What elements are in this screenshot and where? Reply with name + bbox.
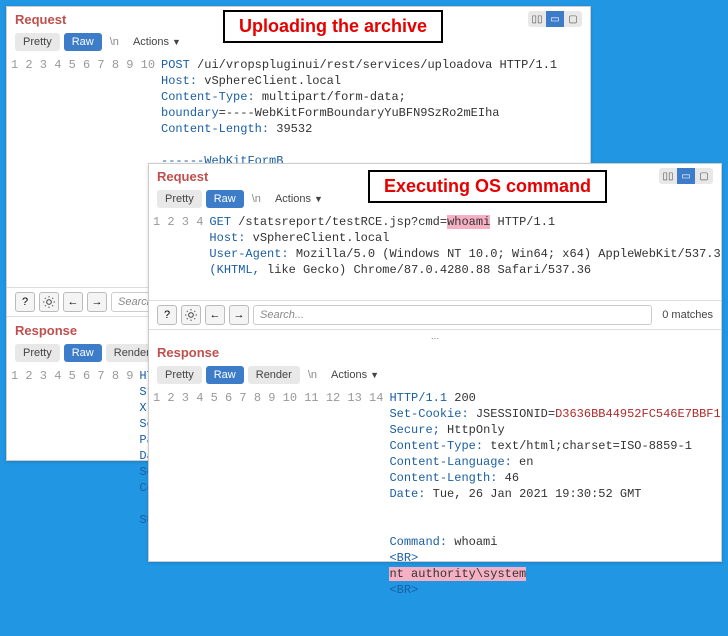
chevron-down-icon: ▼ bbox=[314, 194, 323, 204]
help-icon[interactable]: ? bbox=[15, 292, 35, 312]
tab-raw[interactable]: Raw bbox=[206, 190, 244, 208]
annotation-exec: Executing OS command bbox=[368, 170, 607, 203]
response-title: Response bbox=[15, 323, 77, 338]
chevron-down-icon: ▼ bbox=[172, 37, 181, 47]
collapsed-indicator: ... bbox=[149, 330, 721, 343]
actions-label: Actions bbox=[133, 36, 169, 48]
prev-arrow-icon[interactable]: ← bbox=[63, 292, 83, 312]
response-tabs: Pretty Raw Render \n Actions ▼ bbox=[149, 362, 721, 388]
gear-svg bbox=[42, 295, 56, 309]
burp-editor-exec: Request ▯▯ ▭ ▢ Pretty Raw \n Actions ▼ 1… bbox=[148, 163, 722, 562]
match-count: 0 matches bbox=[656, 309, 713, 321]
annotation-upload: Uploading the archive bbox=[223, 10, 443, 43]
response-title: Response bbox=[157, 345, 219, 360]
tab-pretty[interactable]: Pretty bbox=[15, 33, 60, 51]
prev-arrow-icon[interactable]: ← bbox=[205, 305, 225, 325]
next-arrow-icon[interactable]: → bbox=[229, 305, 249, 325]
tab-pretty[interactable]: Pretty bbox=[157, 190, 202, 208]
search-bar: ? ← → Search... 0 matches bbox=[149, 300, 721, 330]
tab-pretty[interactable]: Pretty bbox=[157, 366, 202, 384]
view-split-icon[interactable]: ▭ bbox=[546, 11, 564, 27]
tab-raw[interactable]: Raw bbox=[64, 33, 102, 51]
help-icon[interactable]: ? bbox=[157, 305, 177, 325]
actions-dropdown[interactable]: Actions ▼ bbox=[325, 366, 385, 384]
actions-label: Actions bbox=[275, 193, 311, 205]
chevron-down-icon: ▼ bbox=[370, 370, 379, 380]
gear-icon[interactable] bbox=[181, 305, 201, 325]
tab-raw[interactable]: Raw bbox=[206, 366, 244, 384]
view-single-icon[interactable]: ▢ bbox=[564, 11, 582, 27]
actions-label: Actions bbox=[331, 369, 367, 381]
view-split-icon[interactable]: ▭ bbox=[677, 168, 695, 184]
next-arrow-icon[interactable]: → bbox=[87, 292, 107, 312]
view-toggle: ▯▯ ▭ ▢ bbox=[528, 11, 582, 27]
newline-toggle[interactable]: \n bbox=[304, 369, 321, 381]
gear-svg bbox=[184, 308, 198, 322]
view-toggle: ▯▯ ▭ ▢ bbox=[659, 168, 713, 184]
response-header: Response bbox=[149, 343, 721, 362]
view-columns-icon[interactable]: ▯▯ bbox=[528, 11, 546, 27]
request-title: Request bbox=[15, 12, 66, 27]
tab-pretty[interactable]: Pretty bbox=[15, 344, 60, 362]
tab-raw[interactable]: Raw bbox=[64, 344, 102, 362]
request-title: Request bbox=[157, 169, 208, 184]
newline-toggle[interactable]: \n bbox=[106, 36, 123, 48]
gear-icon[interactable] bbox=[39, 292, 59, 312]
actions-dropdown[interactable]: Actions ▼ bbox=[269, 190, 329, 208]
view-columns-icon[interactable]: ▯▯ bbox=[659, 168, 677, 184]
response-body[interactable]: 1 2 3 4 5 6 7 8 9 10 11 12 13 14 HTTP/1.… bbox=[149, 388, 721, 636]
tab-render[interactable]: Render bbox=[248, 366, 300, 384]
newline-toggle[interactable]: \n bbox=[248, 193, 265, 205]
actions-dropdown[interactable]: Actions ▼ bbox=[127, 33, 187, 51]
view-single-icon[interactable]: ▢ bbox=[695, 168, 713, 184]
request-body[interactable]: 1 2 3 4 GET /statsreport/testRCE.jsp?cmd… bbox=[149, 212, 721, 300]
search-input[interactable]: Search... bbox=[253, 305, 652, 325]
